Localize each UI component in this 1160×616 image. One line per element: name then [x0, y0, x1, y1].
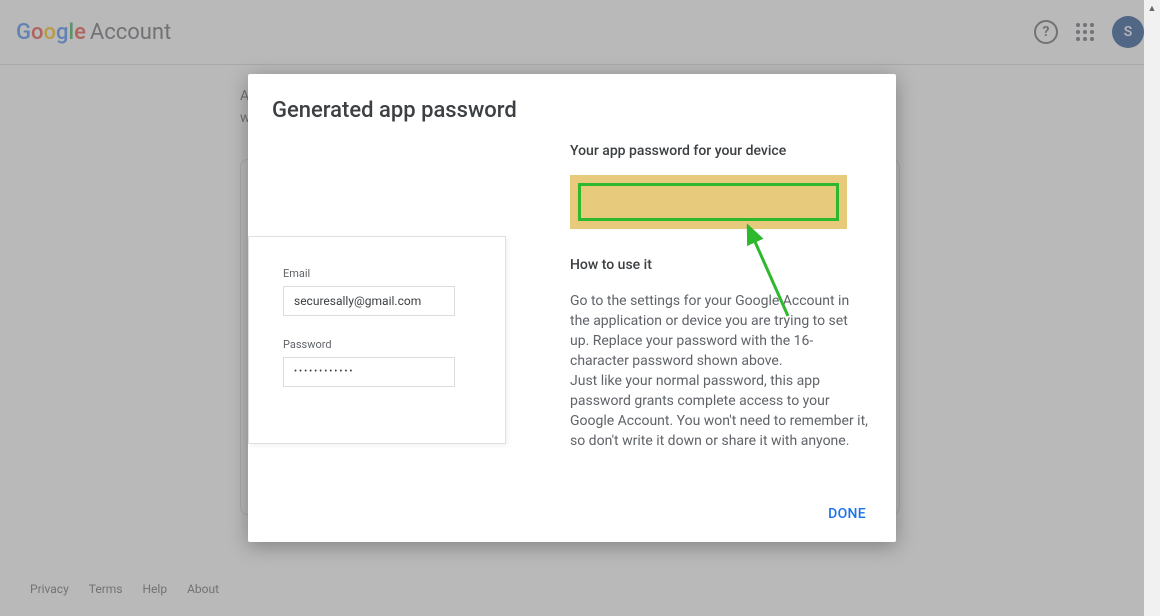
email-label: Email	[283, 267, 471, 280]
login-preview-card: Email Password	[248, 236, 506, 444]
modal-title: Generated app password	[272, 98, 872, 123]
password-field[interactable]	[283, 357, 455, 387]
generated-password-box[interactable]	[570, 175, 847, 229]
instructions-text: Go to the settings for your Google Accou…	[570, 291, 870, 451]
app-password-modal: Generated app password Email Password Yo…	[248, 74, 896, 542]
instructions-column: Your app password for your device How to…	[570, 143, 870, 451]
email-field[interactable]	[283, 286, 455, 316]
done-button[interactable]: DONE	[828, 506, 866, 522]
howto-heading: How to use it	[570, 257, 870, 273]
scroll-up-arrow-icon[interactable]: ▲	[1144, 0, 1160, 16]
vertical-scrollbar[interactable]: ▲	[1144, 0, 1160, 616]
password-label: Password	[283, 338, 471, 351]
password-heading: Your app password for your device	[570, 143, 870, 159]
password-highlight	[578, 183, 839, 221]
